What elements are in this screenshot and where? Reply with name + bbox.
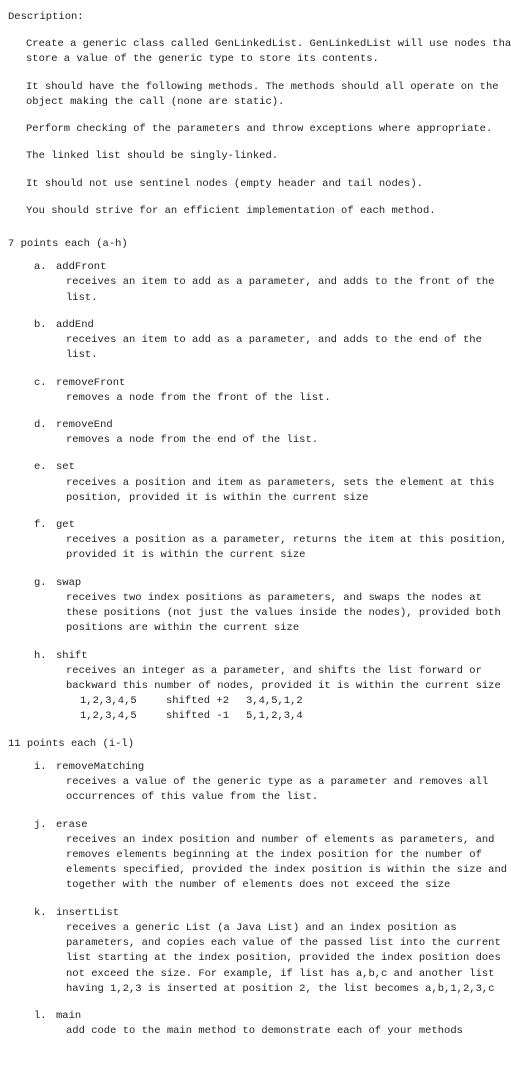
item-title: addFront	[56, 260, 106, 275]
group-heading: 11 points each (i-l)	[8, 737, 511, 752]
item-desc: receives a position and item as paramete…	[66, 476, 511, 506]
item-desc: removes a node from the end of the list.	[66, 433, 511, 448]
list-item: f. get receives a position as a paramete…	[34, 518, 511, 564]
shift-op: shifted -1	[166, 709, 246, 724]
list-item: b. addEnd receives an item to add as a p…	[34, 318, 511, 364]
shift-before: 1,2,3,4,5	[80, 694, 166, 709]
shift-after: 5,1,2,3,4	[246, 709, 326, 724]
shift-op: shifted +2	[166, 694, 246, 709]
item-desc: receives a generic List (a Java List) an…	[66, 921, 511, 997]
item-title: shift	[56, 649, 88, 664]
item-title: swap	[56, 576, 81, 591]
item-title: removeMatching	[56, 760, 144, 775]
item-desc: receives two index positions as paramete…	[66, 591, 511, 637]
list-item: j. erase receives an index position and …	[34, 818, 511, 894]
list-item: k. insertList receives a generic List (a…	[34, 906, 511, 997]
list-item: d. removeEnd removes a node from the end…	[34, 418, 511, 448]
item-letter: a.	[34, 260, 56, 275]
item-title: addEnd	[56, 318, 94, 333]
list-item: i. removeMatching receives a value of th…	[34, 760, 511, 806]
group-heading: 7 points each (a-h)	[8, 237, 511, 252]
intro-paragraph: You should strive for an efficient imple…	[26, 204, 511, 219]
item-letter: c.	[34, 376, 56, 391]
list-item: a. addFront receives an item to add as a…	[34, 260, 511, 306]
shift-after: 3,4,5,1,2	[246, 694, 326, 709]
shift-example-table: 1,2,3,4,5 shifted +2 3,4,5,1,2 1,2,3,4,5…	[80, 694, 511, 724]
item-title: main	[56, 1009, 81, 1024]
intro-paragraph: Create a generic class called GenLinkedL…	[26, 37, 511, 67]
table-row: 1,2,3,4,5 shifted +2 3,4,5,1,2	[80, 694, 511, 709]
item-desc: receives a position as a parameter, retu…	[66, 533, 511, 563]
item-letter: b.	[34, 318, 56, 333]
item-title: removeFront	[56, 376, 125, 391]
item-letter: h.	[34, 649, 56, 664]
item-desc: add code to the main method to demonstra…	[66, 1024, 511, 1039]
item-letter: j.	[34, 818, 56, 833]
table-row: 1,2,3,4,5 shifted -1 5,1,2,3,4	[80, 709, 511, 724]
item-desc: receives an item to add as a parameter, …	[66, 275, 511, 305]
item-desc: receives an index position and number of…	[66, 833, 511, 894]
item-desc: removes a node from the front of the lis…	[66, 391, 511, 406]
intro-paragraph: It should have the following methods. Th…	[26, 80, 511, 110]
list-item: e. set receives a position and item as p…	[34, 460, 511, 506]
item-title: insertList	[56, 906, 119, 921]
item-title: set	[56, 460, 75, 475]
intro-paragraph: The linked list should be singly-linked.	[26, 149, 511, 164]
item-letter: g.	[34, 576, 56, 591]
item-title: erase	[56, 818, 88, 833]
item-desc: receives an integer as a parameter, and …	[66, 664, 511, 694]
item-letter: f.	[34, 518, 56, 533]
item-letter: d.	[34, 418, 56, 433]
list-item: c. removeFront removes a node from the f…	[34, 376, 511, 406]
intro-block: Create a generic class called GenLinkedL…	[26, 37, 511, 219]
item-desc: receives a value of the generic type as …	[66, 775, 511, 805]
item-letter: i.	[34, 760, 56, 775]
item-title: get	[56, 518, 75, 533]
item-letter: e.	[34, 460, 56, 475]
item-letter: l.	[34, 1009, 56, 1024]
list-item: l. main add code to the main method to d…	[34, 1009, 511, 1039]
list-item: g. swap receives two index positions as …	[34, 576, 511, 637]
intro-paragraph: Perform checking of the parameters and t…	[26, 122, 511, 137]
item-letter: k.	[34, 906, 56, 921]
item-desc: receives an item to add as a parameter, …	[66, 333, 511, 363]
shift-before: 1,2,3,4,5	[80, 709, 166, 724]
description-header: Description:	[8, 10, 511, 25]
item-title: removeEnd	[56, 418, 113, 433]
list-item: h. shift receives an integer as a parame…	[34, 649, 511, 725]
intro-paragraph: It should not use sentinel nodes (empty …	[26, 177, 511, 192]
